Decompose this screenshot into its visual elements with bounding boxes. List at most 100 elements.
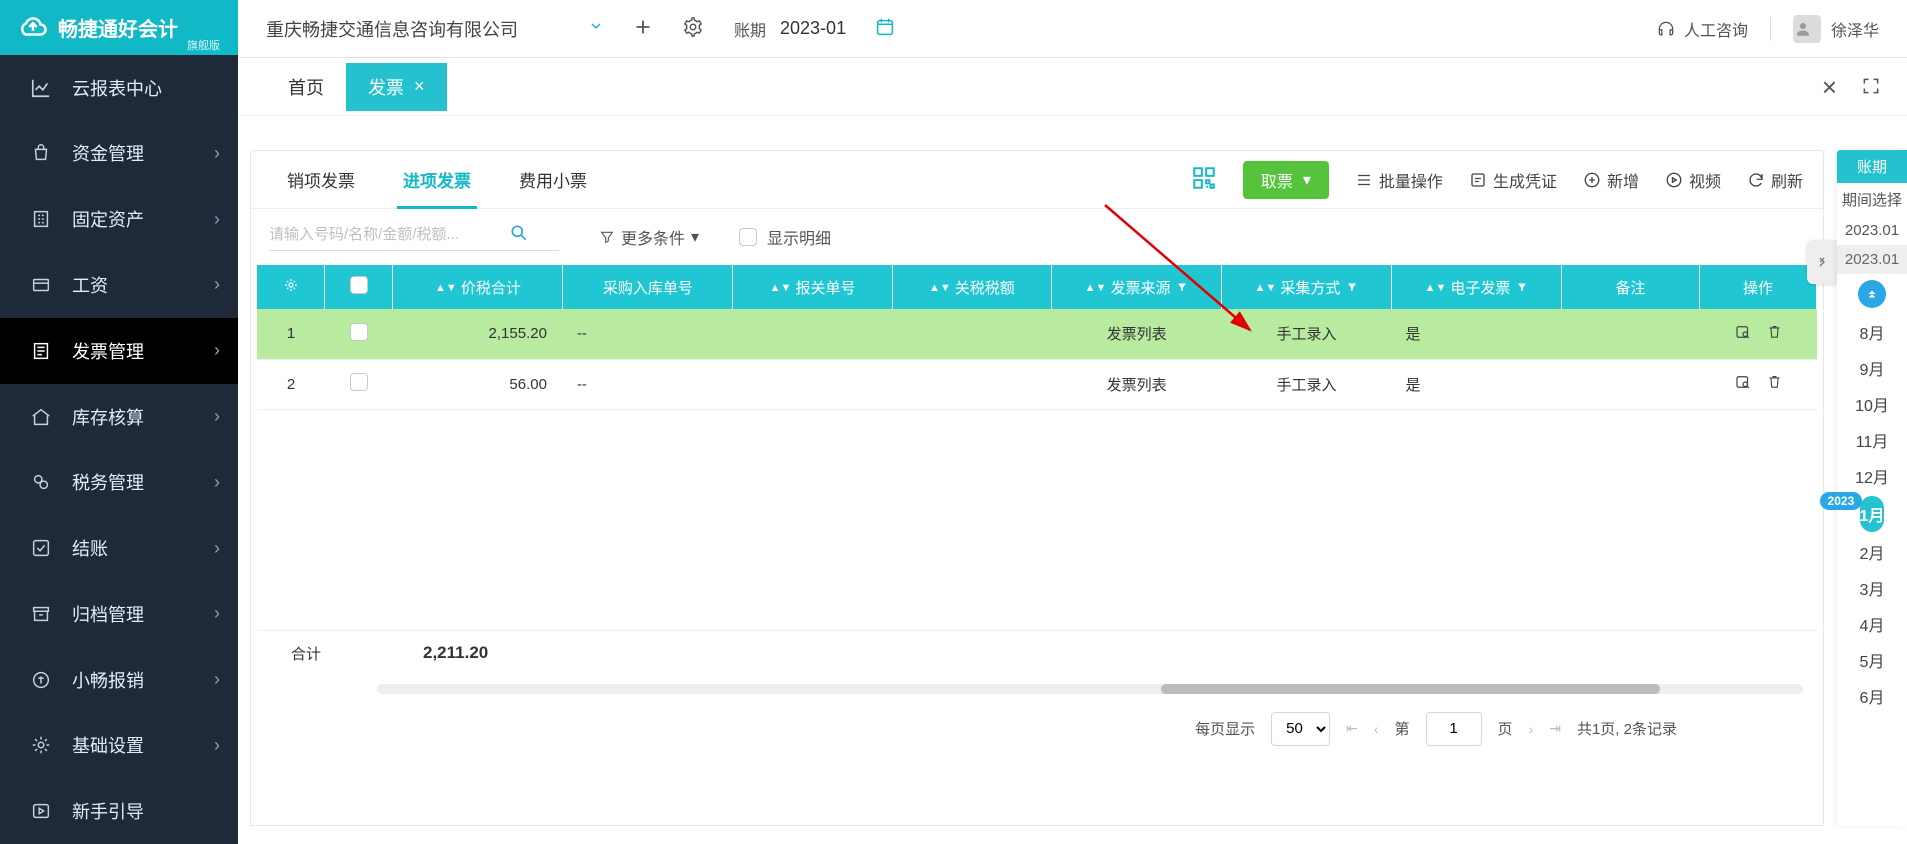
refresh-link[interactable]: 刷新 xyxy=(1747,168,1803,192)
month-button[interactable]: 12月 xyxy=(1837,458,1907,494)
next-page-icon[interactable]: › xyxy=(1529,721,1534,737)
scroll-up-icon[interactable] xyxy=(1858,280,1886,308)
show-detail-check[interactable]: 显示明细 xyxy=(739,225,831,249)
add-link[interactable]: 新增 xyxy=(1583,168,1639,192)
invoice-icon xyxy=(28,338,54,364)
subtab-input[interactable]: 进项发票 xyxy=(387,151,487,208)
col-settings[interactable] xyxy=(257,265,325,309)
calendar-icon[interactable] xyxy=(874,16,896,41)
company-selector[interactable]: 重庆畅捷交通信息咨询有限公司 xyxy=(266,16,604,42)
month-button[interactable]: 5月 xyxy=(1837,642,1907,678)
sidebar-item-salary[interactable]: 工资 xyxy=(0,252,238,318)
subtab-receipt[interactable]: 费用小票 xyxy=(503,151,603,208)
search-icon[interactable] xyxy=(509,223,529,246)
sidebar-item-inventory[interactable]: 库存核算 xyxy=(0,384,238,450)
more-conditions[interactable]: 更多条件 ▾ xyxy=(599,225,699,249)
page-input[interactable] xyxy=(1426,712,1482,746)
col-source[interactable]: ▲▼发票来源 xyxy=(1052,265,1222,309)
period-drawer-handle[interactable] xyxy=(1807,240,1837,284)
plus-icon[interactable] xyxy=(632,16,654,41)
qrcode-icon[interactable] xyxy=(1191,165,1217,194)
col-amount[interactable]: ▲▼价税合计 xyxy=(393,265,563,309)
cell-source: 发票列表 xyxy=(1052,309,1222,359)
support-link[interactable]: 人工咨询 xyxy=(1656,17,1748,41)
period-panel: 账期 期间选择 2023.01 2023.01 8月 9月 10月 11月 12… xyxy=(1837,150,1907,826)
sidebar-item-guide[interactable]: 新手引导 xyxy=(0,778,238,844)
period-label: 账期 xyxy=(734,17,766,41)
trash-icon[interactable] xyxy=(1766,323,1783,345)
batch-action-link[interactable]: 批量操作 xyxy=(1355,168,1443,192)
view-icon[interactable] xyxy=(1734,373,1752,395)
close-all-icon[interactable]: × xyxy=(1822,72,1837,103)
cell-method: 手工录入 xyxy=(1222,309,1392,359)
fetch-invoice-button[interactable]: 取票 ▾ xyxy=(1243,161,1329,199)
col-customs[interactable]: ▲▼报关单号 xyxy=(733,265,892,309)
horizontal-scrollbar[interactable] xyxy=(377,684,1803,694)
period-year[interactable]: 2023.01 xyxy=(1837,245,1907,274)
cell-amount: 56.00 xyxy=(393,359,563,409)
table-row[interactable]: 2 56.00 -- 发票列表 手工录入 是 xyxy=(257,359,1817,409)
close-icon[interactable]: × xyxy=(414,76,425,97)
brand-bar: 畅捷通好会计 旗舰版 xyxy=(0,0,238,55)
sidebar-item-settings[interactable]: 基础设置 xyxy=(0,712,238,778)
row-checkbox[interactable] xyxy=(350,323,368,341)
col-purchase[interactable]: 采购入库单号 xyxy=(563,265,733,309)
page-size-select[interactable]: 50 xyxy=(1271,712,1330,746)
month-button[interactable]: 3月 xyxy=(1837,570,1907,606)
sidebar-item-fixed-asset[interactable]: 固定资产 xyxy=(0,186,238,252)
sidebar: 畅捷通好会计 旗舰版 云报表中心 资金管理 固定资产 工资 发票管理 库存核算 … xyxy=(0,0,238,844)
period-select-label[interactable]: 期间选择 xyxy=(1837,183,1907,216)
col-duty[interactable]: ▲▼关税税额 xyxy=(892,265,1051,309)
period-year[interactable]: 2023.01 xyxy=(1837,216,1907,245)
cell-einvoice: 是 xyxy=(1392,309,1562,359)
table-row[interactable]: 1 2,155.20 -- 发票列表 手工录入 是 xyxy=(257,309,1817,359)
user-block[interactable]: 徐泽华 xyxy=(1793,15,1879,43)
checkbox-icon xyxy=(739,228,757,246)
trash-icon[interactable] xyxy=(1766,373,1783,395)
chart-line-icon xyxy=(28,75,54,101)
last-page-icon[interactable]: ⇥ xyxy=(1549,720,1561,737)
more-label: 更多条件 xyxy=(621,225,685,249)
coins-icon xyxy=(28,469,54,495)
sidebar-item-archive[interactable]: 归档管理 xyxy=(0,581,238,647)
month-button[interactable]: 9月 xyxy=(1837,350,1907,386)
col-select-all[interactable] xyxy=(325,265,393,309)
month-button[interactable]: 6月 xyxy=(1837,678,1907,714)
month-button[interactable]: 10月 xyxy=(1837,386,1907,422)
voucher-link[interactable]: 生成凭证 xyxy=(1469,168,1557,192)
tab-home[interactable]: 首页 xyxy=(266,63,346,111)
sidebar-item-tax[interactable]: 税务管理 xyxy=(0,449,238,515)
sidebar-item-label: 归档管理 xyxy=(72,601,144,627)
row-checkbox[interactable] xyxy=(350,373,368,391)
month-button[interactable]: 2月 xyxy=(1837,534,1907,570)
company-name: 重庆畅捷交通信息咨询有限公司 xyxy=(266,16,518,42)
month-button[interactable]: 8月 xyxy=(1837,314,1907,350)
subtab-output[interactable]: 销项发票 xyxy=(271,151,371,208)
search-input[interactable] xyxy=(269,226,509,243)
link-label: 生成凭证 xyxy=(1493,168,1557,192)
subtab-label: 销项发票 xyxy=(287,167,355,192)
sidebar-item-invoice[interactable]: 发票管理 xyxy=(0,318,238,384)
link-label: 新增 xyxy=(1607,168,1639,192)
month-current[interactable]: 2023 1月 xyxy=(1860,496,1885,532)
sidebar-item-fund[interactable]: 资金管理 xyxy=(0,121,238,187)
fullscreen-icon[interactable] xyxy=(1861,76,1881,99)
month-button[interactable]: 4月 xyxy=(1837,606,1907,642)
tab-label: 发票 xyxy=(368,74,404,100)
col-method[interactable]: ▲▼采集方式 xyxy=(1222,265,1392,309)
cell-einvoice: 是 xyxy=(1392,359,1562,409)
col-einvoice[interactable]: ▲▼电子发票 xyxy=(1392,265,1562,309)
video-link[interactable]: 视频 xyxy=(1665,168,1721,192)
sidebar-item-expense[interactable]: 小畅报销 xyxy=(0,647,238,713)
scrollbar-thumb[interactable] xyxy=(1161,684,1660,694)
prev-page-icon[interactable]: ‹ xyxy=(1374,721,1379,737)
link-label: 批量操作 xyxy=(1379,168,1443,192)
first-page-icon[interactable]: ⇤ xyxy=(1346,720,1358,737)
col-remark[interactable]: 备注 xyxy=(1562,265,1700,309)
gear-icon[interactable] xyxy=(682,16,704,41)
month-button[interactable]: 11月 xyxy=(1837,422,1907,458)
view-icon[interactable] xyxy=(1734,323,1752,345)
sidebar-item-report-center[interactable]: 云报表中心 xyxy=(0,55,238,121)
tab-invoice[interactable]: 发票 × xyxy=(346,63,447,111)
sidebar-item-close[interactable]: 结账 xyxy=(0,515,238,581)
